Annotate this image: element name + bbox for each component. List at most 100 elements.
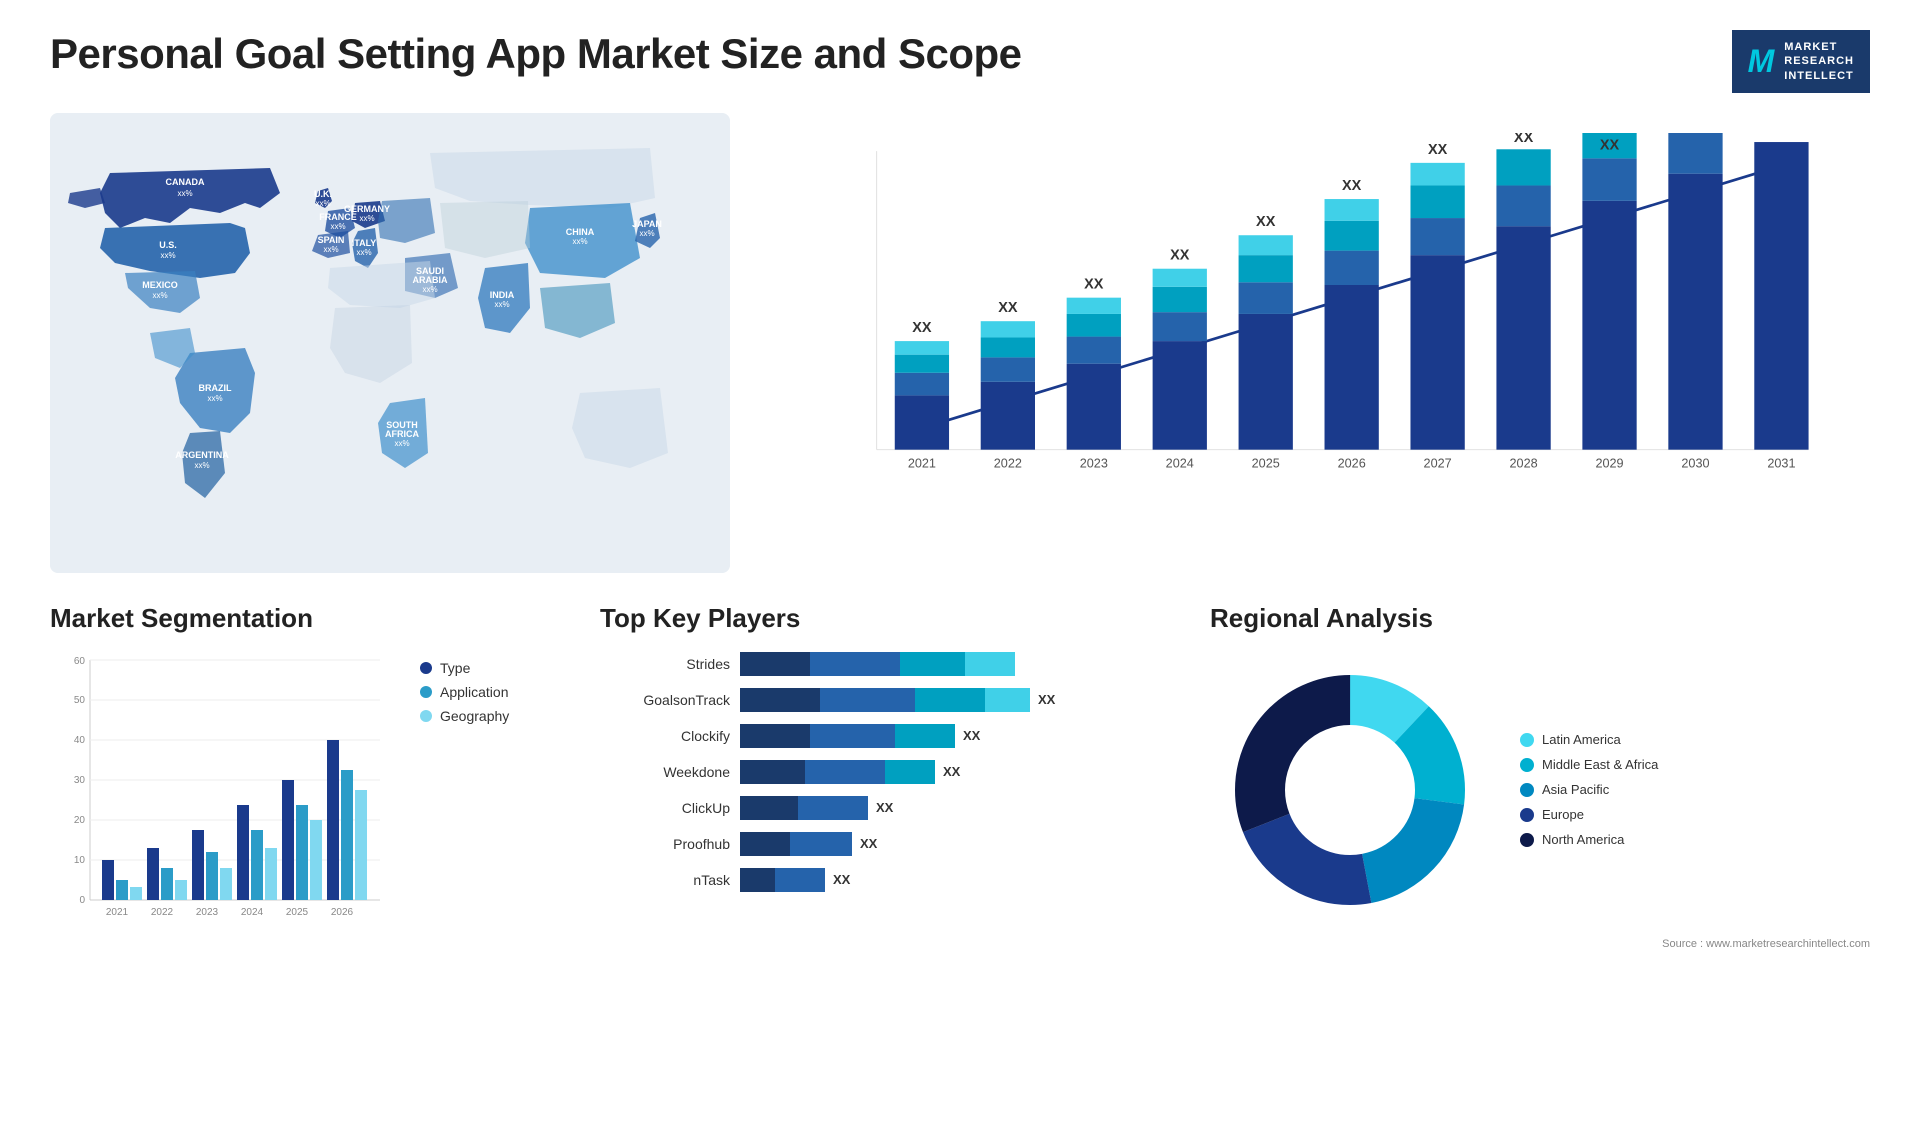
bar-2021-seg3 [895, 355, 949, 373]
germany-value: xx% [359, 214, 374, 223]
seg-legend-app: Application [420, 684, 509, 700]
seg-bar-2024-app [251, 830, 263, 900]
logo-text: MARKET RESEARCH INTELLECT [1784, 40, 1854, 83]
page-title: Personal Goal Setting App Market Size an… [50, 30, 1022, 78]
seg-bar-2023-type [192, 830, 204, 900]
bar-2026-seg4 [1325, 199, 1379, 221]
india-label: INDIA [490, 290, 515, 300]
seg-legend-type: Type [420, 660, 509, 676]
player-weekdone-seg1 [740, 760, 805, 784]
top-section: CANADA xx% U.S. xx% MEXICO xx% BRAZIL xx… [50, 113, 1870, 573]
bar-2028-seg2 [1496, 185, 1550, 226]
bar-2028-seg3 [1496, 149, 1550, 185]
player-weekdone-bar-inner [740, 760, 935, 784]
bar-2025-seg4 [1239, 235, 1293, 255]
brazil-label: BRAZIL [199, 383, 232, 393]
x-label-seg-2021: 2021 [106, 907, 129, 918]
seg-legend-geo: Geography [420, 708, 509, 724]
player-goalsontrack-seg1 [740, 688, 820, 712]
bar-2026-label: XX [1342, 178, 1362, 194]
y-label-10: 10 [74, 855, 86, 866]
france-value: xx% [330, 222, 345, 231]
apac-dot [1520, 783, 1534, 797]
mexico-value: xx% [152, 291, 167, 300]
usa-value: xx% [160, 251, 175, 260]
player-weekdone-bar: XX [740, 758, 1180, 786]
seg-bar-2021-type [102, 860, 114, 900]
player-goalsontrack-name: GoalsonTrack [600, 692, 730, 708]
usa-label: U.S. [159, 240, 177, 250]
bar-chart-svg: XX XX XX XX [790, 133, 1850, 513]
x-label-seg-2025: 2025 [286, 907, 309, 918]
x-label-2031: 2031 [1767, 457, 1795, 471]
india-value: xx% [494, 300, 509, 309]
logo-area: M MARKET RESEARCH INTELLECT [1732, 30, 1870, 93]
player-ntask-seg1 [740, 868, 775, 892]
bar-2026-seg2 [1325, 251, 1379, 285]
segmentation-title: Market Segmentation [50, 603, 570, 634]
japan-value: xx% [639, 229, 654, 238]
x-label-2022: 2022 [994, 457, 1022, 471]
china-label: CHINA [566, 227, 595, 237]
player-clickup-label: XX [876, 800, 893, 815]
bar-2029-seg1 [1582, 201, 1636, 450]
player-proofhub-seg1 [740, 832, 790, 856]
bar-2030-seg2 [1668, 133, 1722, 174]
bar-2027-seg3 [1410, 185, 1464, 218]
bar-2022-seg1 [981, 382, 1035, 450]
player-goalsontrack-bar-inner [740, 688, 1030, 712]
bar-2024-seg1 [1153, 341, 1207, 450]
player-clockify-label: XX [963, 728, 980, 743]
player-ntask-label: XX [833, 872, 850, 887]
player-clickup-seg2 [798, 796, 868, 820]
saudi-value: xx% [422, 285, 437, 294]
europe-dot [1520, 808, 1534, 822]
player-weekdone-name: Weekdone [600, 764, 730, 780]
seg-app-label: Application [440, 684, 509, 700]
player-weekdone: Weekdone XX [600, 758, 1180, 786]
y-label-40: 40 [74, 735, 86, 746]
bar-2030-seg1 [1668, 174, 1722, 450]
seg-bar-2024-type [237, 805, 249, 900]
player-proofhub-bar-inner [740, 832, 852, 856]
segmentation-legend: Type Application Geography [420, 660, 509, 724]
player-ntask: nTask XX [600, 866, 1180, 894]
player-weekdone-label: XX [943, 764, 960, 779]
southafrica-label2: AFRICA [385, 429, 419, 439]
brazil-value: xx% [207, 394, 222, 403]
bar-2025-label: XX [1256, 214, 1276, 230]
europe-label: Europe [1542, 807, 1584, 822]
bar-2028-seg1 [1496, 226, 1550, 449]
donut-wrap: Latin America Middle East & Africa Asia … [1210, 650, 1870, 930]
regional-title: Regional Analysis [1210, 603, 1870, 634]
argentina-label: ARGENTINA [175, 450, 229, 460]
donut-center [1290, 730, 1410, 850]
player-ntask-seg2 [775, 868, 825, 892]
bar-2022-seg2 [981, 357, 1035, 381]
apac-label: Asia Pacific [1542, 782, 1609, 797]
source-text: Source : www.marketresearchintellect.com [1210, 938, 1870, 950]
player-proofhub: Proofhub XX [600, 830, 1180, 858]
player-clickup-name: ClickUp [600, 800, 730, 816]
germany-label: GERMANY [344, 204, 390, 214]
seg-bar-2025-type [282, 780, 294, 900]
donut-legend: Latin America Middle East & Africa Asia … [1520, 732, 1658, 847]
segmentation-section: Market Segmentation 0 10 [50, 603, 570, 1023]
bar-2027-seg4 [1410, 163, 1464, 186]
canada-value: xx% [177, 189, 192, 198]
china-value: xx% [572, 237, 587, 246]
seg-bar-2021-geo [130, 887, 142, 900]
bar-2025-seg3 [1239, 255, 1293, 282]
player-clockify-bar: XX [740, 722, 1180, 750]
seg-app-dot [420, 686, 432, 698]
player-strides-seg1 [740, 652, 810, 676]
bar-2023-seg3 [1067, 314, 1121, 337]
seg-bar-2023-app [206, 852, 218, 900]
x-label-2023: 2023 [1080, 457, 1108, 471]
seg-bar-2026-type [327, 740, 339, 900]
header: Personal Goal Setting App Market Size an… [50, 30, 1870, 93]
player-ntask-name: nTask [600, 872, 730, 888]
player-clockify-seg1 [740, 724, 810, 748]
bar-2022-label: XX [998, 300, 1018, 316]
seg-bar-2022-app [161, 868, 173, 900]
